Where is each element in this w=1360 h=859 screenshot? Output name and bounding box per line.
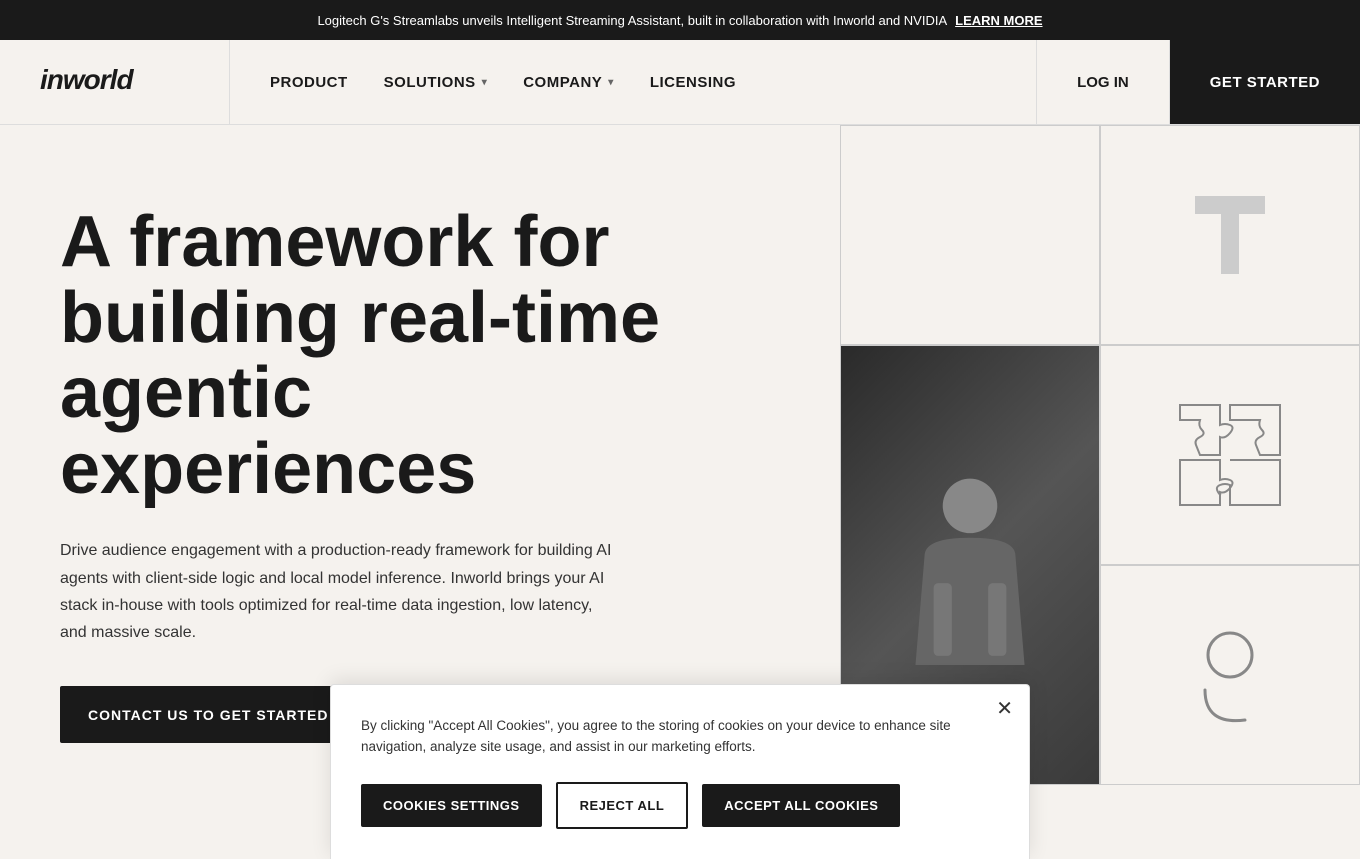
cookie-close-button[interactable]: ✕	[996, 699, 1013, 719]
get-started-button[interactable]: GET STARTED	[1170, 40, 1360, 124]
t-vertical	[1221, 214, 1239, 274]
t-shape-icon	[1195, 196, 1265, 274]
nav-solutions[interactable]: SOLUTIONS ▾	[384, 74, 488, 91]
cookie-banner: ✕ By clicking "Accept All Cookies", you …	[330, 684, 1030, 859]
cookie-overlay: ✕ By clicking "Accept All Cookies", you …	[0, 684, 1360, 859]
t-horizontal	[1195, 196, 1265, 214]
chevron-down-icon: ▾	[482, 77, 488, 88]
hero-description: Drive audience engagement with a product…	[60, 537, 620, 646]
nav-links: PRODUCT SOLUTIONS ▾ COMPANY ▾ LICENSING	[230, 40, 1036, 124]
banner-text: Logitech G's Streamlabs unveils Intellig…	[317, 13, 947, 28]
puzzle-icon	[1170, 395, 1290, 515]
grid-cell-empty	[840, 125, 1100, 345]
login-button[interactable]: LOG IN	[1037, 40, 1170, 124]
cookie-text: By clicking "Accept All Cookies", you ag…	[361, 715, 999, 758]
accept-all-cookies-button[interactable]: ACCEPT ALL COOKIES	[702, 784, 900, 827]
logo-area: inworld	[0, 40, 230, 124]
reject-all-button[interactable]: REJECT ALL	[556, 782, 689, 829]
cookies-settings-button[interactable]: COOKIES SETTINGS	[361, 784, 542, 827]
svg-text:inworld: inworld	[40, 64, 134, 95]
chevron-down-icon: ▾	[608, 77, 614, 88]
hero-title: A framework for building real-time agent…	[60, 205, 700, 507]
nav-licensing[interactable]: LICENSING	[650, 74, 736, 91]
grid-cell-t-shape	[1100, 125, 1360, 345]
nav-product[interactable]: PRODUCT	[270, 74, 348, 91]
puzzle-cell	[1100, 345, 1360, 565]
learn-more-link[interactable]: LEARN MORE	[955, 13, 1042, 28]
nav-company[interactable]: COMPANY ▾	[523, 74, 614, 91]
nav-actions: LOG IN GET STARTED	[1036, 40, 1360, 124]
navigation: inworld PRODUCT SOLUTIONS ▾ COMPANY ▾ LI…	[0, 40, 1360, 125]
cookie-buttons: COOKIES SETTINGS REJECT ALL ACCEPT ALL C…	[361, 782, 999, 829]
logo[interactable]: inworld	[40, 61, 170, 103]
top-banner: Logitech G's Streamlabs unveils Intellig…	[0, 0, 1360, 40]
